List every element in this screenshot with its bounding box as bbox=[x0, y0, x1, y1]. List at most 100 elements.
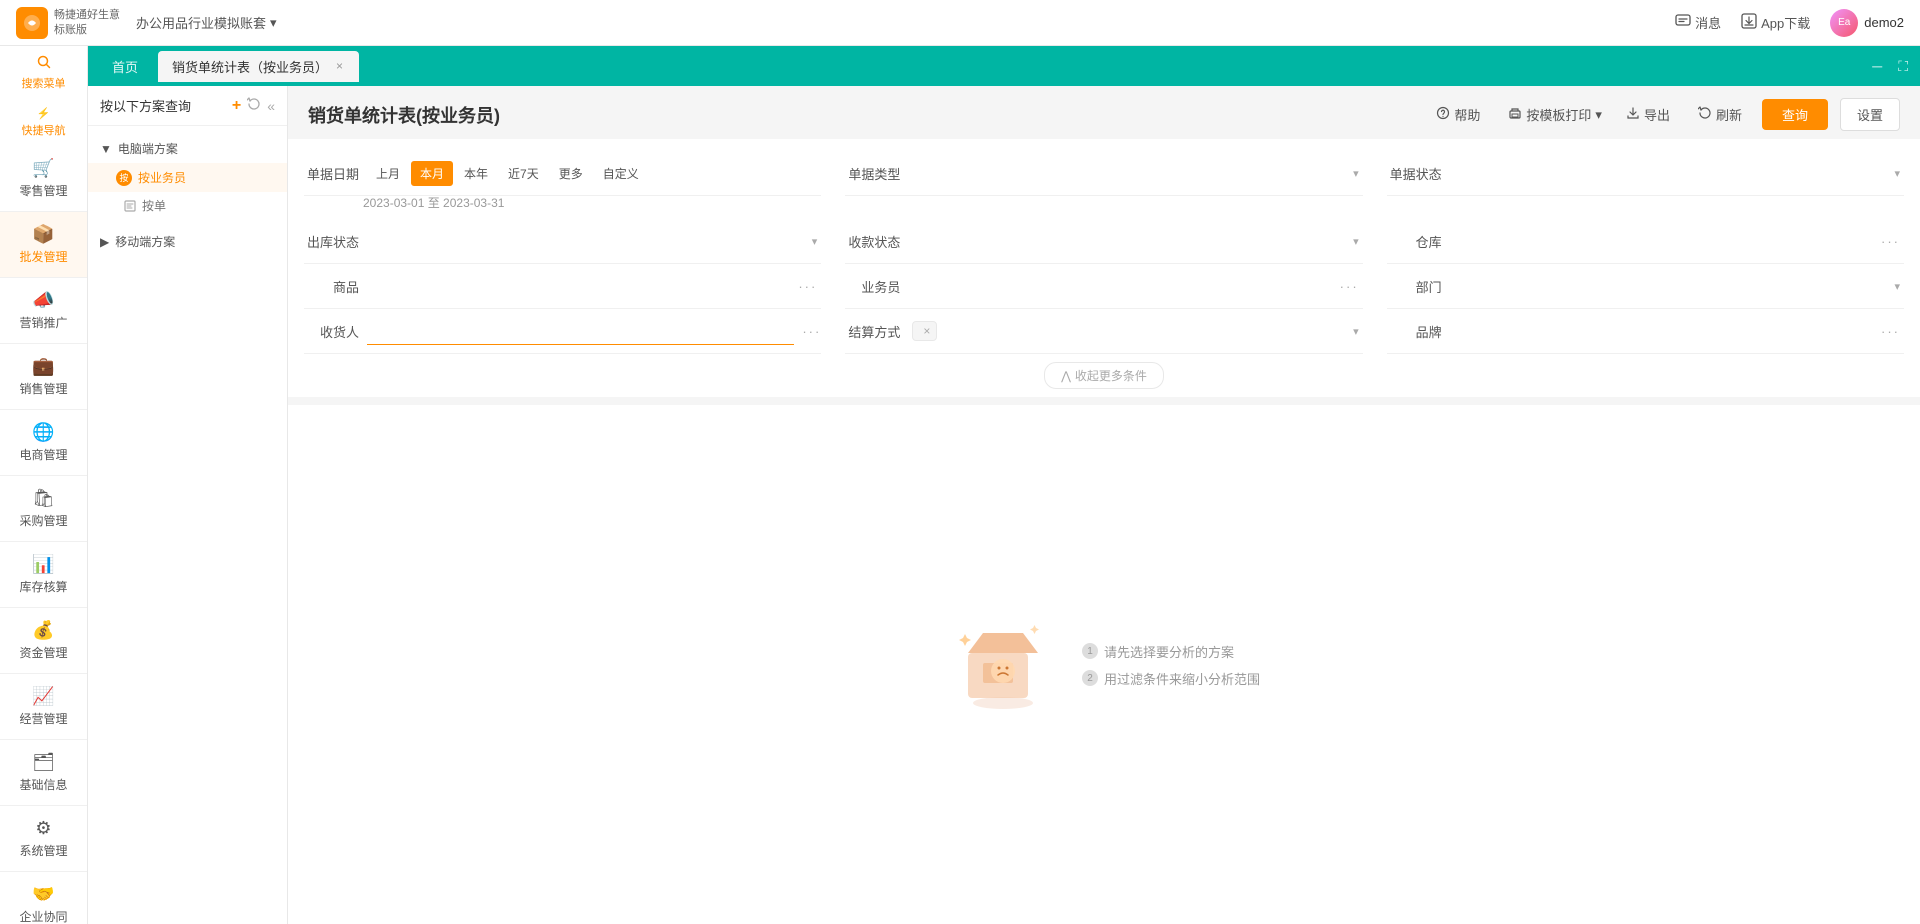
doc-type-select[interactable]: ▾ bbox=[908, 159, 1362, 187]
sidebar-item-retail[interactable]: 🛒 零售管理 bbox=[0, 146, 87, 212]
quicknav-icon: ⚡ bbox=[37, 107, 51, 120]
doc-type-filter-cell: 单据类型 ▾ bbox=[845, 151, 1362, 196]
marketing-icon: 📣 bbox=[32, 290, 54, 311]
sidebar-quicknav[interactable]: ⚡ 快捷导航 bbox=[0, 99, 87, 146]
date-range-display: 2023-03-01 至 2023-03-31 bbox=[304, 194, 1904, 219]
sidebar-item-enterprise[interactable]: 🤝 企业协同 bbox=[0, 872, 87, 924]
export-button[interactable]: 导出 bbox=[1618, 101, 1678, 128]
date-tab-last7days[interactable]: 近7天 bbox=[499, 161, 548, 186]
sidebar-item-sales[interactable]: 💼 销售管理 bbox=[0, 344, 87, 410]
desktop-collapse-icon: ▼ bbox=[100, 142, 112, 156]
settings-button[interactable]: 设置 bbox=[1840, 98, 1900, 131]
sidebar-item-basic[interactable]: 🗂 基础信息 bbox=[0, 740, 87, 806]
payment-status-select[interactable]: ▾ bbox=[908, 227, 1362, 255]
salesman-filter-cell: 业务员 ··· bbox=[845, 264, 1362, 309]
stock-status-select[interactable]: ▾ bbox=[367, 227, 821, 255]
sidebar-item-ecommerce[interactable]: 🌐 电商管理 bbox=[0, 410, 87, 476]
date-tab-more[interactable]: 更多 bbox=[550, 161, 592, 186]
panel-layout: 按以下方案查询 + « ▼ bbox=[88, 86, 1920, 924]
sidebar-item-label: 采购管理 bbox=[19, 512, 67, 529]
collapse-sidebar-icon[interactable]: « bbox=[267, 98, 275, 114]
sidebar-item-system[interactable]: ⚙ 系统管理 bbox=[0, 806, 87, 872]
sidebar-item-finance[interactable]: 💰 资金管理 bbox=[0, 608, 87, 674]
date-tab-custom[interactable]: 自定义 bbox=[594, 161, 648, 186]
message-icon bbox=[1675, 13, 1691, 32]
app-selector[interactable]: 办公用品行业模拟账套 ▾ bbox=[128, 9, 285, 36]
refresh-scheme-icon[interactable] bbox=[247, 97, 261, 114]
doc-status-label: 单据状态 bbox=[1387, 164, 1442, 183]
add-scheme-button[interactable]: + bbox=[232, 97, 241, 115]
consignee-label: 收货人 bbox=[304, 322, 359, 341]
download-action[interactable]: App下载 bbox=[1741, 13, 1810, 32]
sidebar-item-wholesale[interactable]: 📦 批发管理 bbox=[0, 212, 87, 278]
empty-tip-1: 1 请先选择要分析的方案 bbox=[1082, 642, 1260, 661]
stock-status-label: 出库状态 bbox=[304, 232, 359, 251]
payment-method-tag-close[interactable]: × bbox=[923, 324, 930, 338]
mobile-scheme-group[interactable]: ▶ 移动端方案 bbox=[88, 227, 287, 256]
tip-2-number: 2 bbox=[1082, 670, 1098, 686]
tab-close-button[interactable]: × bbox=[334, 57, 345, 75]
filter-row-2: 出库状态 ▾ 收款状态 ▾ bbox=[304, 219, 1904, 264]
header-right: 消息 App下载 Ea demo2 bbox=[1675, 9, 1904, 37]
print-button[interactable]: 按模板打印 ▾ bbox=[1500, 101, 1606, 128]
print-icon bbox=[1508, 106, 1522, 123]
payment-method-select[interactable]: × ▾ bbox=[908, 317, 1362, 345]
collapse-button[interactable]: ⋀ 收起更多条件 bbox=[1044, 362, 1164, 389]
tip-2-text: 用过滤条件来缩小分析范围 bbox=[1104, 669, 1260, 688]
date-tab-current-month[interactable]: 本月 bbox=[411, 161, 453, 186]
consignee-filter-cell: 收货人 ··· bbox=[304, 309, 821, 354]
sidebar-search[interactable]: 搜索菜单 bbox=[0, 46, 87, 99]
consignee-input[interactable] bbox=[367, 317, 794, 345]
date-tab-last-month[interactable]: 上月 bbox=[367, 161, 409, 186]
message-action[interactable]: 消息 bbox=[1675, 13, 1721, 32]
sidebar-item-label: 经营管理 bbox=[19, 710, 67, 727]
filter-row-1: 单据日期 上月 本月 本年 bbox=[304, 151, 1904, 196]
order-scheme-label: 按单 bbox=[142, 197, 166, 214]
goods-select[interactable]: ··· bbox=[367, 272, 821, 300]
date-label: 单据日期 bbox=[304, 164, 359, 183]
filter-row-3: 商品 ··· 业务员 ··· bbox=[304, 264, 1904, 309]
date-tab-current-year[interactable]: 本年 bbox=[455, 161, 497, 186]
brand-select[interactable]: ··· bbox=[1450, 317, 1904, 345]
query-sidebar: 按以下方案查询 + « ▼ bbox=[88, 86, 288, 924]
date-filter-cell: 单据日期 上月 本月 本年 bbox=[304, 151, 821, 196]
sidebar-item-marketing[interactable]: 📣 营销推广 bbox=[0, 278, 87, 344]
empty-illustration bbox=[948, 608, 1058, 721]
tab-active[interactable]: 销货单统计表（按业务员） × bbox=[158, 51, 359, 82]
sidebar: 搜索菜单 ⚡ 快捷导航 🛒 零售管理 📦 批发管理 📣 营销推广 💼 销售管理 … bbox=[0, 46, 88, 924]
tab-minimize-button[interactable]: ─ bbox=[1868, 54, 1886, 78]
query-button[interactable]: 查询 bbox=[1762, 99, 1828, 130]
export-label: 导出 bbox=[1644, 105, 1670, 124]
warehouse-dots-icon: ··· bbox=[1881, 234, 1900, 249]
sidebar-item-label: 营销推广 bbox=[19, 314, 67, 331]
export-icon bbox=[1626, 106, 1640, 123]
desktop-scheme-group-title[interactable]: ▼ 电脑端方案 bbox=[88, 134, 287, 163]
collapse-label: 收起更多条件 bbox=[1075, 367, 1147, 384]
doc-status-select[interactable]: ▾ bbox=[1450, 159, 1904, 187]
empty-tip-2: 2 用过滤条件来缩小分析范围 bbox=[1082, 669, 1260, 688]
salesman-scheme-item[interactable]: 按 按业务员 bbox=[88, 163, 287, 192]
sidebar-item-purchase[interactable]: 🛍 采购管理 bbox=[0, 476, 87, 542]
order-scheme-item[interactable]: 按单 bbox=[88, 192, 287, 219]
empty-tips: 1 请先选择要分析的方案 2 用过滤条件来缩小分析范围 bbox=[1082, 642, 1260, 688]
main-layout: 搜索菜单 ⚡ 快捷导航 🛒 零售管理 📦 批发管理 📣 营销推广 💼 销售管理 … bbox=[0, 46, 1920, 924]
tab-maximize-button[interactable]: ⛶ bbox=[1894, 54, 1912, 79]
sidebar-item-inventory[interactable]: 📊 库存核算 bbox=[0, 542, 87, 608]
print-label: 按模板打印 bbox=[1526, 105, 1591, 124]
tip-1-number: 1 bbox=[1082, 643, 1098, 659]
tab-home[interactable]: 首页 bbox=[96, 51, 154, 82]
warehouse-select[interactable]: ··· bbox=[1450, 227, 1904, 255]
refresh-button[interactable]: 刷新 bbox=[1690, 101, 1750, 128]
help-button[interactable]: 帮助 bbox=[1428, 101, 1488, 128]
doc-status-filter-cell: 单据状态 ▾ bbox=[1387, 151, 1904, 196]
user-area[interactable]: Ea demo2 bbox=[1830, 9, 1904, 37]
salesman-select[interactable]: ··· bbox=[908, 272, 1362, 300]
mobile-scheme-label: 移动端方案 bbox=[115, 233, 175, 250]
tip-1-text: 请先选择要分析的方案 bbox=[1104, 642, 1234, 661]
desktop-scheme-group: ▼ 电脑端方案 按 按业务员 按单 bbox=[88, 126, 287, 227]
sidebar-item-operations[interactable]: 📈 经营管理 bbox=[0, 674, 87, 740]
department-label: 部门 bbox=[1387, 277, 1442, 296]
department-select[interactable]: ▾ bbox=[1450, 272, 1904, 300]
doc-type-label: 单据类型 bbox=[845, 164, 900, 183]
top-header: 畅捷通好生意 标账版 办公用品行业模拟账套 ▾ 消息 bbox=[0, 0, 1920, 46]
